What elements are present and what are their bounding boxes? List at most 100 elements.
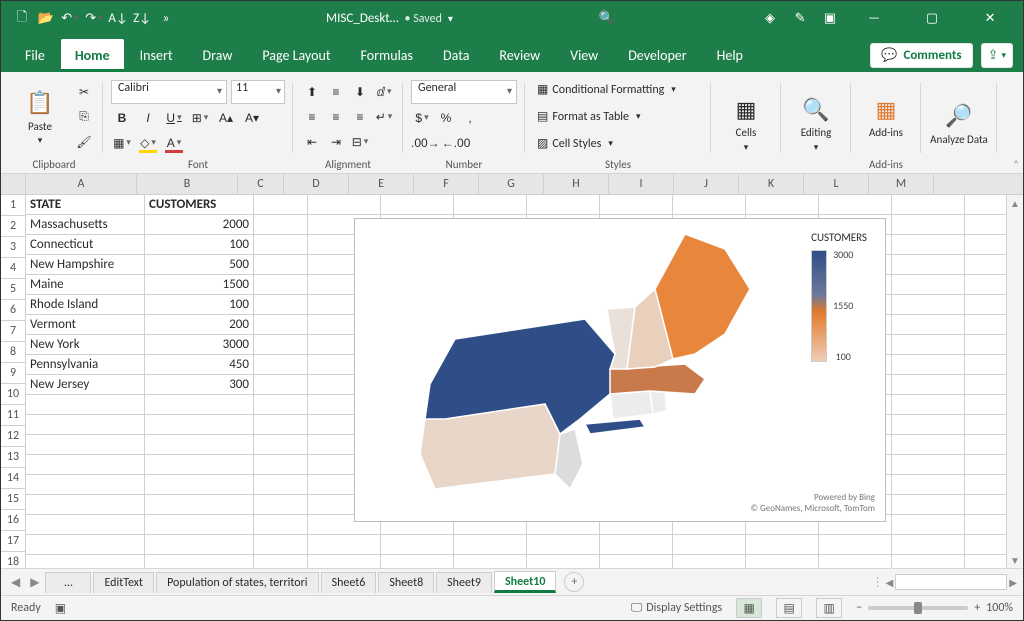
cell[interactable]: 100 [145,235,254,255]
cell[interactable] [254,495,308,515]
scroll-splitter-icon[interactable]: ⋮ [872,575,884,590]
font-name-dropdown[interactable]: Calibri [111,80,227,104]
vertical-scrollbar[interactable]: ▲ ▼ [1006,195,1023,568]
cell[interactable] [892,195,965,215]
cell[interactable]: New Hampshire [26,255,145,275]
scroll-right-icon[interactable]: ▶ [1009,576,1017,589]
cell[interactable] [454,555,527,568]
sheet-tab-sheet10[interactable]: Sheet10 [494,571,556,593]
sheet-tab-sheet9[interactable]: Sheet9 [436,572,492,593]
cell[interactable] [254,455,308,475]
column-header[interactable]: M [869,174,934,194]
cell[interactable] [600,555,673,568]
share-button[interactable]: ⇪ ▾ [981,43,1013,68]
map-chart[interactable]: CUSTOMERS 3000 1550 100 Powered by Bing [354,218,886,522]
decrease-decimal-icon[interactable]: ←.00 [442,132,471,154]
row-header[interactable]: 18 [1,552,26,568]
cell[interactable] [381,535,454,555]
fill-color-button[interactable]: ◇ [137,132,159,154]
cell[interactable]: 200 [145,315,254,335]
increase-indent-icon[interactable]: ⇥ [325,131,347,153]
tab-help[interactable]: Help [703,39,757,72]
cell[interactable]: CUSTOMERS [145,195,254,215]
cell[interactable] [26,415,145,435]
cell[interactable] [892,475,965,495]
zoom-out-button[interactable]: − [856,601,862,615]
row-header[interactable]: 3 [1,237,26,258]
column-header[interactable]: G [479,174,544,194]
tab-formulas[interactable]: Formulas [347,39,427,72]
sheet-nav-prev-icon[interactable]: ◀ [7,575,24,590]
state-new-jersey[interactable] [555,429,583,489]
cells[interactable]: STATECUSTOMERSMassachusetts2000Connectic… [26,195,1023,568]
cell[interactable] [254,535,308,555]
sheet-nav-next-icon[interactable]: ▶ [26,575,43,590]
cell[interactable] [527,535,600,555]
cell[interactable] [145,455,254,475]
align-left-icon[interactable]: ≡ [301,106,323,128]
cell[interactable] [254,435,308,455]
zoom-in-button[interactable]: + [974,601,980,615]
cell[interactable] [145,415,254,435]
addins-button[interactable]: ▦ Add-ins [859,82,913,152]
cell[interactable]: 3000 [145,335,254,355]
paste-button[interactable]: 📋 Paste ▾ [13,82,67,152]
ribbon-display-icon[interactable]: ▣ [821,10,839,28]
underline-button[interactable]: U [163,107,185,129]
tab-review[interactable]: Review [485,39,554,72]
editing-button[interactable]: 🔍 Editing ▾ [789,88,843,158]
cell[interactable] [254,355,308,375]
cell[interactable] [26,475,145,495]
cell[interactable]: 450 [145,355,254,375]
tab-file[interactable]: File [11,39,59,72]
column-header[interactable]: L [804,174,869,194]
cell[interactable] [145,475,254,495]
cell[interactable]: Vermont [26,315,145,335]
minimize-button[interactable]: — [851,1,897,36]
merge-center-icon[interactable]: ⊟ [349,131,371,153]
cell[interactable] [26,515,145,535]
wrap-text-icon[interactable]: ↵ [373,106,395,128]
cell[interactable] [26,435,145,455]
cell[interactable] [254,235,308,255]
cell[interactable]: New York [26,335,145,355]
select-all-corner[interactable] [1,174,26,194]
cell[interactable]: 100 [145,295,254,315]
state-rhode-island[interactable] [650,391,667,414]
cell[interactable] [746,535,819,555]
cell[interactable] [145,495,254,515]
tab-page-layout[interactable]: Page Layout [248,39,344,72]
row-header[interactable]: 5 [1,279,26,300]
row-header[interactable]: 14 [1,468,26,489]
cell[interactable] [892,495,965,515]
cell[interactable] [892,375,965,395]
tab-insert[interactable]: Insert [126,39,187,72]
analyze-data-button[interactable]: 🔎 Analyze Data [929,88,989,158]
number-format-dropdown[interactable]: General [411,80,517,104]
tab-view[interactable]: View [556,39,612,72]
row-header[interactable]: 4 [1,258,26,279]
align-top-icon[interactable]: ⬆ [301,81,323,103]
row-header[interactable]: 9 [1,363,26,384]
undo-icon[interactable]: ↶ [61,10,79,28]
comments-button[interactable]: 💬 Comments [870,43,972,68]
cell[interactable] [892,255,965,275]
cell-styles-button[interactable]: ▨Cell Styles▾ [533,132,703,156]
restore-button[interactable]: ▢ [909,1,955,36]
sheet-tab-overflow[interactable]: … [45,572,91,593]
align-bottom-icon[interactable]: ⬇ [349,81,371,103]
hscroll-track[interactable] [895,574,1007,590]
format-as-table-button[interactable]: ▤Format as Table▾ [533,105,703,129]
diamond-icon[interactable]: ◈ [761,10,779,28]
row-header[interactable]: 2 [1,216,26,237]
align-right-icon[interactable]: ≡ [349,106,371,128]
cell[interactable]: 500 [145,255,254,275]
cell[interactable]: 300 [145,375,254,395]
cell[interactable] [892,555,965,568]
cell[interactable] [527,195,600,215]
cell[interactable] [892,395,965,415]
tab-developer[interactable]: Developer [614,39,700,72]
add-sheet-button[interactable]: + [564,572,584,592]
cell[interactable] [673,195,746,215]
cell[interactable] [26,395,145,415]
